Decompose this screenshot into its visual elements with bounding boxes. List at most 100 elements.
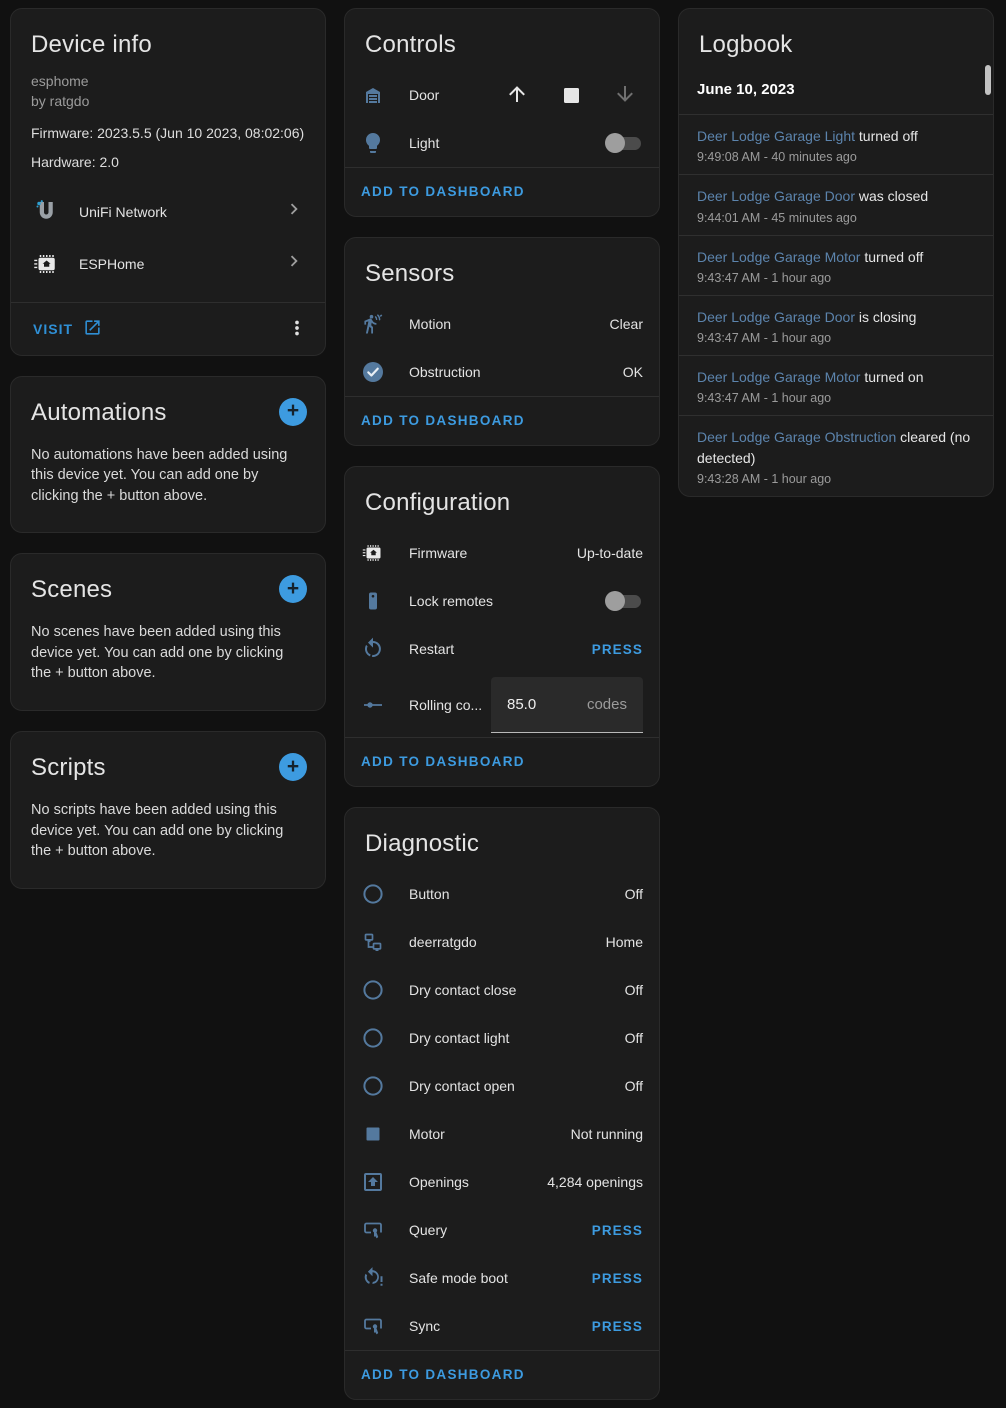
visit-button[interactable]: VISIT: [27, 318, 108, 340]
door-stop-button[interactable]: [559, 83, 583, 107]
device-info-footer: VISIT: [11, 301, 325, 355]
slider-icon: [361, 693, 385, 717]
rolling-code-input[interactable]: [507, 696, 567, 713]
add-automation-button[interactable]: +: [279, 397, 307, 426]
esphome-chip-icon: [361, 541, 385, 565]
controls-card: Controls Door Light ADD TO DASHBOARD: [344, 8, 660, 217]
diag-row-dry-contact-light[interactable]: Dry contact light Off: [345, 1014, 659, 1062]
diag-row-button[interactable]: Button Off: [345, 870, 659, 918]
gesture-tap-icon: [361, 1314, 385, 1338]
logbook-scrollbar[interactable]: [985, 65, 991, 95]
entity-link[interactable]: Deer Lodge Garage Door: [697, 188, 855, 204]
door-open-button[interactable]: [505, 83, 529, 107]
middle-column: Controls Door Light ADD TO DASHBOARD Sen…: [344, 8, 660, 1400]
logbook-timestamp: 9:43:47 AM - 1 hour ago: [697, 270, 832, 285]
entity-link[interactable]: Deer Lodge Garage Light: [697, 128, 855, 144]
circle-outline-icon: [361, 882, 385, 906]
up-arrow-icon: [505, 82, 529, 109]
unifi-icon: [31, 197, 61, 227]
config-row-firmware[interactable]: Firmware Up-to-date: [345, 529, 659, 577]
lock-remotes-toggle[interactable]: [605, 591, 643, 611]
config-row-restart: Restart PRESS: [345, 625, 659, 673]
circle-outline-icon: [361, 1026, 385, 1050]
diag-row-sync: Sync PRESS: [345, 1302, 659, 1350]
entity-link[interactable]: Deer Lodge Garage Motor: [697, 249, 860, 265]
check-circle-icon: [361, 360, 385, 384]
entity-link[interactable]: Deer Lodge Garage Obstruction: [697, 429, 896, 445]
scenes-card: Scenes + No scenes have been added using…: [10, 553, 326, 712]
logbook-date-header: June 10, 2023: [697, 81, 795, 98]
device-page: Device info esphome by ratgdo Firmware: …: [0, 0, 1006, 1408]
scripts-empty-text: No scripts have been added using this de…: [31, 802, 284, 860]
device-firmware: Firmware: 2023.5.5 (Jun 10 2023, 08:02:0…: [31, 124, 305, 141]
rolling-code-unit: codes: [586, 696, 627, 713]
arrow-up-box-icon: [361, 1170, 385, 1194]
diag-row-openings[interactable]: Openings 4,284 openings: [345, 1158, 659, 1206]
sensors-card: Sensors Motion Clear Obstruction OK ADD …: [344, 237, 660, 446]
integration-list: UniFi Network ESPHome: [11, 186, 325, 290]
square-icon: [361, 1122, 385, 1146]
automations-card: Automations + No automations have been a…: [10, 375, 326, 534]
left-column: Device info esphome by ratgdo Firmware: …: [10, 8, 326, 889]
device-hardware: Hardware: 2.0: [31, 153, 119, 170]
logbook-timestamp: 9:49:08 AM - 40 minutes ago: [697, 150, 857, 165]
light-toggle[interactable]: [605, 133, 643, 153]
door-close-button[interactable]: [613, 83, 637, 107]
device-info-title: Device info: [31, 31, 152, 58]
add-scene-button[interactable]: +: [279, 575, 307, 604]
esphome-icon: [31, 249, 61, 279]
logbook-timestamp: 9:43:47 AM - 1 hour ago: [697, 391, 832, 406]
circle-outline-icon: [361, 1074, 385, 1098]
garage-icon: [361, 83, 385, 107]
rolling-code-field: codes: [491, 677, 643, 733]
sensor-row-obstruction[interactable]: Obstruction OK: [345, 348, 659, 396]
logbook-entry: Deer Lodge Garage Door is closing 9:43:4…: [679, 294, 993, 355]
sensor-row-motion[interactable]: Motion Clear: [345, 300, 659, 348]
config-row-lock-remotes: Lock remotes: [345, 577, 659, 625]
diag-row-query: Query PRESS: [345, 1206, 659, 1254]
configuration-title: Configuration: [365, 489, 511, 516]
diag-row-safe-mode-boot: Safe mode boot PRESS: [345, 1254, 659, 1302]
scripts-card: Scripts + No scripts have been added usi…: [10, 731, 326, 889]
diag-row-dry-contact-close[interactable]: Dry contact close Off: [345, 966, 659, 1014]
chevron-right-icon: [283, 198, 305, 225]
diag-row-dry-contact-open[interactable]: Dry contact open Off: [345, 1062, 659, 1110]
add-to-dashboard-button[interactable]: ADD TO DASHBOARD: [361, 184, 525, 199]
sensor-value: Clear: [609, 316, 643, 332]
add-to-dashboard-button[interactable]: ADD TO DASHBOARD: [361, 754, 525, 769]
right-column: Logbook June 10, 2023 Deer Lodge Garage …: [678, 8, 994, 498]
query-press-button[interactable]: PRESS: [592, 1223, 643, 1238]
add-script-button[interactable]: +: [279, 753, 307, 782]
sensors-title: Sensors: [365, 260, 455, 287]
circle-outline-icon: [361, 978, 385, 1002]
entity-link[interactable]: Deer Lodge Garage Motor: [697, 369, 860, 385]
sensor-value: OK: [622, 364, 643, 380]
lightbulb-icon: [361, 131, 385, 155]
diagnostic-card: Diagnostic Button Off deerratgdo Home Dr…: [344, 807, 660, 1400]
diag-row-motor[interactable]: Motor Not running: [345, 1110, 659, 1158]
safe-mode-boot-press-button[interactable]: PRESS: [592, 1271, 643, 1286]
restart-alert-icon: [361, 1266, 385, 1290]
integration-unifi-network[interactable]: UniFi Network: [11, 186, 325, 238]
open-in-new-icon: [83, 318, 102, 340]
logbook-timestamp: 9:43:47 AM - 1 hour ago: [697, 331, 832, 346]
integration-esphome[interactable]: ESPHome: [11, 238, 325, 290]
add-to-dashboard-button[interactable]: ADD TO DASHBOARD: [361, 413, 525, 428]
restart-press-button[interactable]: PRESS: [592, 642, 643, 657]
sync-press-button[interactable]: PRESS: [592, 1319, 643, 1334]
configuration-card: Configuration Firmware Up-to-date Lock r…: [344, 466, 660, 787]
entity-link[interactable]: Deer Lodge Garage Door: [697, 309, 855, 325]
diag-row-deerratgdo[interactable]: deerratgdo Home: [345, 918, 659, 966]
logbook-timestamp: 9:43:28 AM - 1 hour ago: [697, 472, 832, 487]
scripts-title: Scripts: [31, 754, 106, 782]
stop-icon: [563, 87, 579, 103]
add-to-dashboard-button[interactable]: ADD TO DASHBOARD: [361, 1367, 525, 1382]
network-icon: [361, 930, 385, 954]
restart-icon: [361, 637, 385, 661]
firmware-status: Up-to-date: [576, 545, 643, 561]
logbook-card: Logbook June 10, 2023 Deer Lodge Garage …: [678, 8, 994, 498]
motion-sensor-icon: [361, 312, 385, 336]
control-row-light: Light: [345, 119, 659, 167]
overflow-menu-button[interactable]: [285, 317, 309, 341]
automations-empty-text: No automations have been added using thi…: [31, 446, 288, 504]
